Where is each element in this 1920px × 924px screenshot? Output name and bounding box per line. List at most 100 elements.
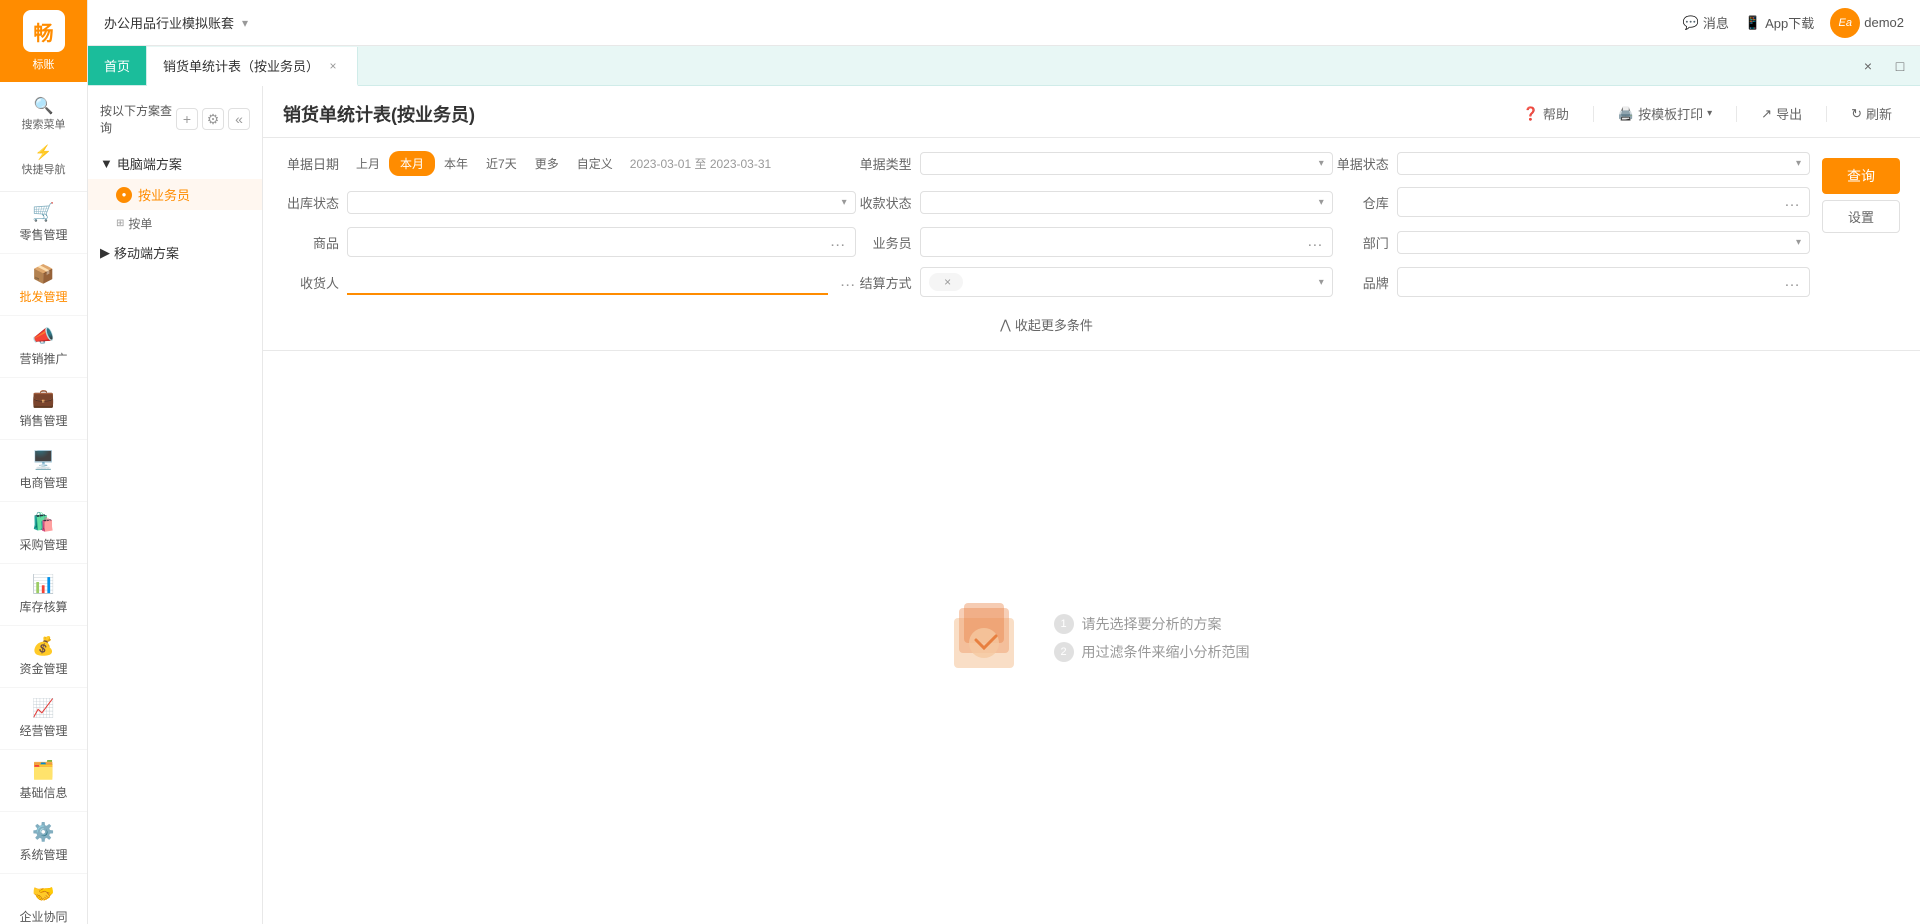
operations-icon: 📈: [32, 698, 54, 719]
finance-icon: 💰: [32, 636, 54, 657]
logo-icon: 畅: [23, 10, 65, 52]
window-close-btn[interactable]: ×: [1856, 54, 1880, 78]
recipient-input[interactable]: [347, 270, 828, 295]
window-max-btn[interactable]: □: [1888, 54, 1912, 78]
tab-close-btn[interactable]: ×: [325, 58, 341, 74]
tab-sales-stats[interactable]: 销货单统计表（按业务员） ×: [147, 47, 358, 86]
filter-row-2: 出库状态 ▾ 收款状态 ▾: [283, 187, 1810, 217]
empty-tips: 1 请先选择要分析的方案 2 用过滤条件来缩小分析范围: [1054, 614, 1250, 662]
search-menu-btn[interactable]: 🔍 搜索菜单: [14, 90, 74, 138]
date-btn-this-year[interactable]: 本年: [435, 150, 477, 177]
sidebar-item-inventory[interactable]: 📊 库存核算: [0, 564, 87, 626]
warehouse-dropdown[interactable]: …: [1397, 187, 1810, 217]
recipient-label: 收货人: [283, 273, 339, 292]
payment-method-dropdown[interactable]: × ▾: [920, 267, 1333, 297]
ecommerce-icon: 🖥️: [32, 450, 54, 471]
sidebar-item-basic[interactable]: 🗂️ 基础信息: [0, 750, 87, 812]
message-btn[interactable]: 💬 消息: [1683, 13, 1729, 32]
user-profile[interactable]: Ea demo2: [1830, 8, 1904, 38]
payment-method-tag-close[interactable]: ×: [941, 275, 955, 289]
order-type-dropdown[interactable]: ▾: [920, 152, 1333, 175]
print-icon: 🖨️: [1618, 106, 1634, 122]
collapse-panel-btn[interactable]: «: [228, 108, 250, 130]
warehouse-dots: …: [1784, 193, 1801, 211]
desktop-scheme-arrow: ▼: [100, 156, 113, 171]
payment-method-label: 结算方式: [856, 273, 912, 292]
system-icon: ⚙️: [32, 822, 54, 843]
refresh-btn[interactable]: ↻ 刷新: [1843, 100, 1900, 127]
enterprise-icon: 🤝: [32, 884, 54, 905]
settings-scheme-btn[interactable]: ⚙: [202, 108, 224, 130]
out-status-label: 出库状态: [283, 193, 339, 212]
filter-brand: 品牌 …: [1333, 267, 1810, 297]
out-status-dropdown[interactable]: ▾: [347, 191, 856, 214]
date-btn-7days[interactable]: 近7天: [477, 150, 526, 177]
help-btn[interactable]: ❓ 帮助: [1515, 100, 1577, 127]
app-logo[interactable]: 畅 标账: [0, 0, 87, 82]
sidebar-item-operations[interactable]: 📈 经营管理: [0, 688, 87, 750]
warehouse-label: 仓库: [1333, 193, 1389, 212]
quick-nav-btn[interactable]: ⚡ 快捷导航: [14, 138, 74, 183]
sidebar-item-marketing[interactable]: 📣 营销推广: [0, 316, 87, 378]
sidebar-item-finance[interactable]: 💰 资金管理: [0, 626, 87, 688]
filter-row-1: 单据日期 上月 本月 本年 近7天 更多 自定义: [283, 150, 1810, 177]
department-dropdown[interactable]: ▾: [1397, 231, 1810, 254]
app-title: 办公用品行业模拟账套: [104, 13, 234, 32]
settings-btn[interactable]: 设置: [1822, 200, 1900, 233]
mobile-scheme-title[interactable]: ▶ 移动端方案: [88, 237, 262, 268]
refresh-icon: ↻: [1851, 106, 1862, 122]
receipt-status-dropdown[interactable]: ▾: [920, 191, 1333, 214]
sidebar-nav: 🛒 零售管理 📦 批发管理 📣 营销推广 💼 销售管理 🖥️ 电商管理 🛍️ 采…: [0, 192, 87, 924]
home-tab-label: 首页: [104, 56, 130, 75]
main-panel: 销货单统计表(按业务员) ❓ 帮助 🖨️ 按模板打印 ▾ ↗: [263, 86, 1920, 924]
app-download-btn[interactable]: 📱 App下载: [1745, 13, 1814, 32]
scheme-by-order[interactable]: ⊞ 按单: [100, 210, 262, 237]
print-dropdown-icon: ▾: [1707, 108, 1712, 119]
sidebar-item-ecommerce[interactable]: 🖥️ 电商管理: [0, 440, 87, 502]
date-btn-more[interactable]: 更多: [526, 150, 568, 177]
sidebar-item-system[interactable]: ⚙️ 系统管理: [0, 812, 87, 874]
purchase-icon: 🛍️: [32, 512, 54, 533]
product-dropdown[interactable]: …: [347, 227, 856, 257]
date-btn-custom[interactable]: 自定义: [568, 150, 622, 177]
filter-scheme-panel: 按以下方案查询 + ⚙ « ▼ 电脑端方案: [88, 86, 263, 924]
sales-tab-label: 销货单统计表（按业务员）: [163, 56, 319, 75]
filter-salesperson: 业务员 …: [856, 227, 1333, 257]
sidebar-item-purchase[interactable]: 🛍️ 采购管理: [0, 502, 87, 564]
filter-product: 商品 …: [283, 227, 856, 257]
department-arrow: ▾: [1796, 237, 1801, 248]
print-btn[interactable]: 🖨️ 按模板打印 ▾: [1610, 100, 1720, 127]
brand-dropdown[interactable]: …: [1397, 267, 1810, 297]
collapse-filters-btn[interactable]: ⋀ 收起更多条件: [283, 307, 1810, 338]
page-header: 销货单统计表(按业务员) ❓ 帮助 🖨️ 按模板打印 ▾ ↗: [263, 86, 1920, 138]
message-icon: 💬: [1683, 15, 1699, 31]
page-actions: ❓ 帮助 🖨️ 按模板打印 ▾ ↗ 导出: [1515, 100, 1900, 127]
salesperson-dropdown[interactable]: …: [920, 227, 1333, 257]
page-title: 销货单统计表(按业务员): [283, 101, 475, 127]
query-btn[interactable]: 查询: [1822, 158, 1900, 194]
recipient-dots[interactable]: …: [840, 273, 856, 291]
desktop-scheme-title[interactable]: ▼ 电脑端方案: [88, 148, 262, 179]
salesperson-label: 业务员: [856, 233, 912, 252]
logo-subtext: 标账: [33, 56, 55, 72]
add-scheme-btn[interactable]: +: [176, 108, 198, 130]
sidebar-item-wholesale[interactable]: 📦 批发管理: [0, 254, 87, 316]
order-status-dropdown[interactable]: ▾: [1397, 152, 1810, 175]
filter-row-3: 商品 … 业务员 …: [283, 227, 1810, 257]
export-btn[interactable]: ↗ 导出: [1753, 100, 1810, 127]
main-area: 办公用品行业模拟账套 ▾ 💬 消息 📱 App下载 Ea demo2 首页: [88, 0, 1920, 924]
scheme-salesperson[interactable]: ● 按业务员: [88, 179, 262, 210]
topbar-dropdown-arrow[interactable]: ▾: [242, 16, 248, 30]
sidebar-item-retail[interactable]: 🛒 零售管理: [0, 192, 87, 254]
date-btn-last-month[interactable]: 上月: [347, 150, 389, 177]
payment-method-tag: ×: [929, 273, 963, 291]
empty-tip-2: 2 用过滤条件来缩小分析范围: [1054, 642, 1250, 662]
filter-order-type: 单据类型 ▾: [856, 152, 1333, 175]
tab-home[interactable]: 首页: [88, 46, 147, 85]
sidebar-item-enterprise[interactable]: 🤝 企业协同: [0, 874, 87, 924]
receipt-status-arrow: ▾: [1319, 197, 1324, 208]
empty-state: 1 请先选择要分析的方案 2 用过滤条件来缩小分析范围: [263, 351, 1920, 924]
filter-date: 单据日期 上月 本月 本年 近7天 更多 自定义: [283, 150, 856, 177]
sidebar-item-sales[interactable]: 💼 销售管理: [0, 378, 87, 440]
date-btn-this-month[interactable]: 本月: [389, 151, 435, 176]
